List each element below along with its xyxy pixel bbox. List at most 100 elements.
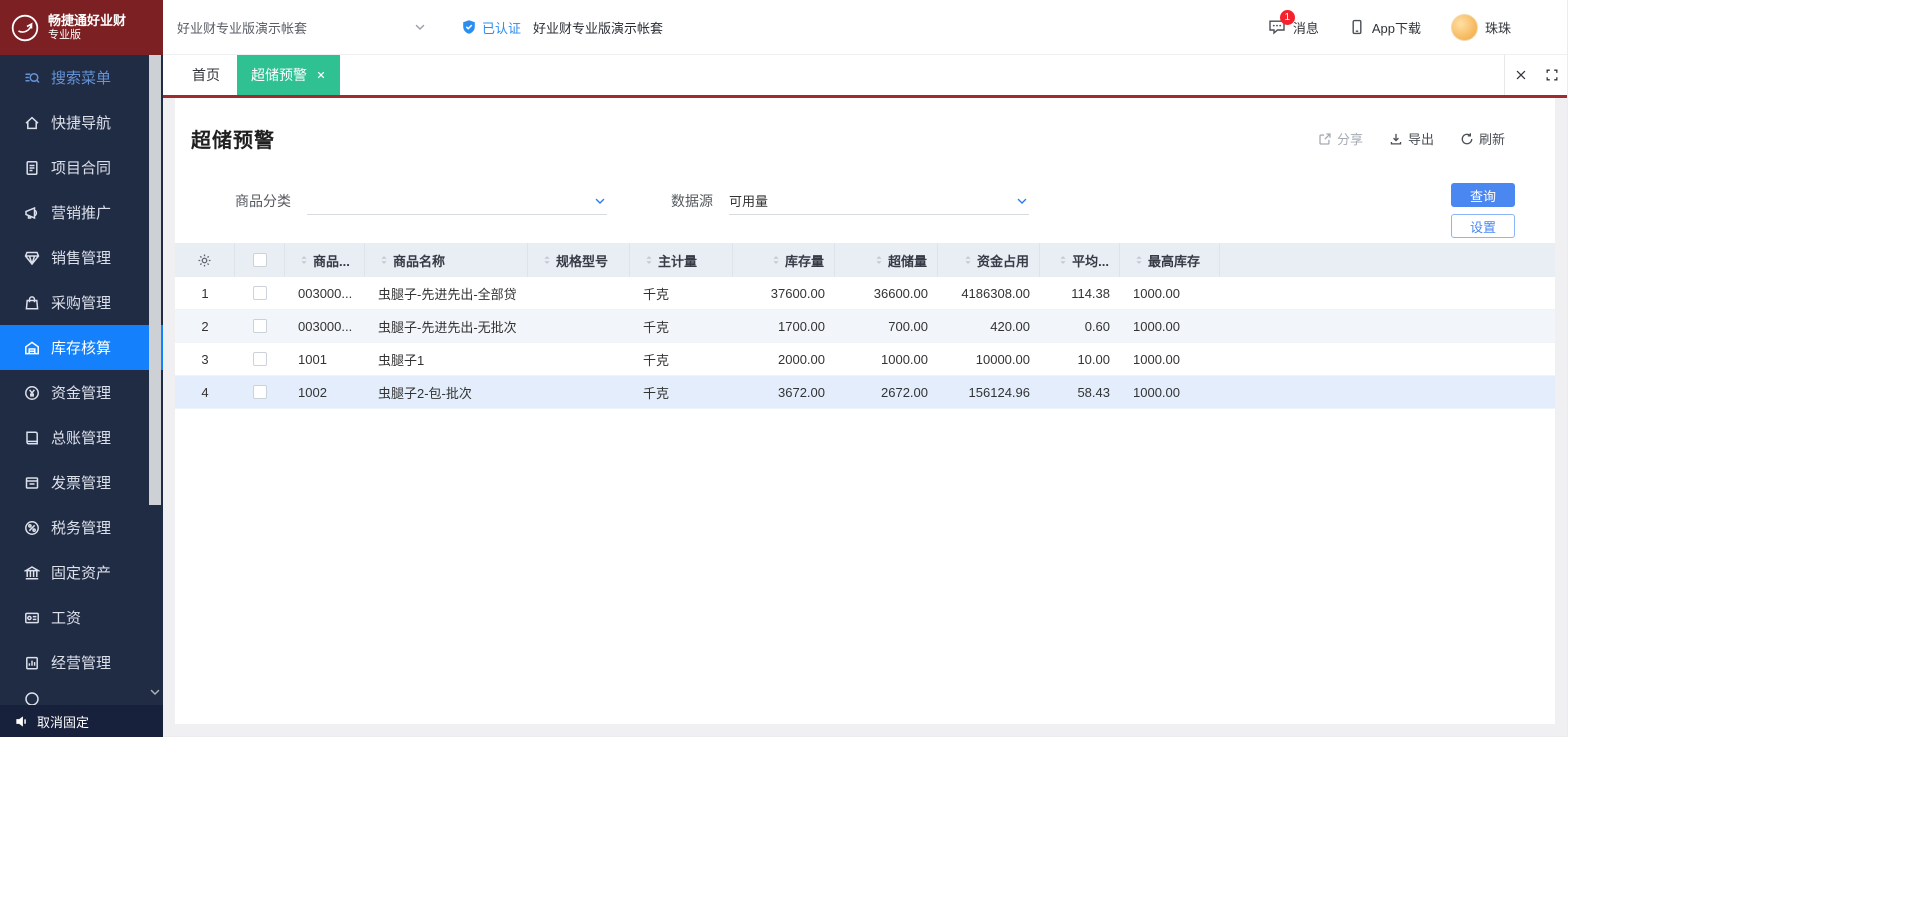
filter-category: 商品分类 bbox=[235, 187, 607, 215]
gear-icon bbox=[197, 253, 212, 268]
user-menu[interactable]: 珠珠 bbox=[1450, 13, 1511, 41]
fullscreen-icon bbox=[1545, 68, 1559, 82]
tab-overstock-warning[interactable]: 超储预警 bbox=[237, 55, 340, 95]
checkbox-box bbox=[253, 385, 267, 399]
sidebar-item-funds[interactable]: 资金管理 bbox=[0, 370, 163, 415]
chevron-down-icon bbox=[413, 20, 427, 34]
table-settings-button[interactable] bbox=[175, 243, 235, 277]
sidebar-item-sales[interactable]: 销售管理 bbox=[0, 235, 163, 280]
sort-arrows-icon[interactable] bbox=[962, 254, 974, 266]
sidebar-item-salary[interactable]: 工资 bbox=[0, 595, 163, 640]
sidebar-item-inventory[interactable]: 库存核算 bbox=[0, 325, 163, 370]
app-download-label: App下载 bbox=[1371, 20, 1421, 36]
sidebar-item-contract[interactable]: 项目合同 bbox=[0, 145, 163, 190]
account-set-dropdown-value: 好业财专业版演示帐套 bbox=[177, 20, 308, 36]
sidebar-item-search[interactable]: 搜索菜单 bbox=[0, 55, 163, 100]
sidebar-item-label: 营销推广 bbox=[51, 205, 112, 222]
cell-code: 003000... bbox=[298, 318, 353, 334]
funds-icon bbox=[24, 385, 40, 401]
settings-button[interactable]: 设置 bbox=[1451, 214, 1515, 238]
ledger-icon bbox=[24, 430, 40, 446]
sort-arrows-icon[interactable] bbox=[873, 254, 885, 266]
select-all-checkbox[interactable] bbox=[235, 243, 285, 277]
refresh-icon bbox=[1460, 132, 1474, 146]
sidebar-item-home[interactable]: 快捷导航 bbox=[0, 100, 163, 145]
account-set-name: 好业财专业版演示帐套 bbox=[533, 20, 664, 36]
category-select[interactable] bbox=[307, 187, 607, 215]
sort-arrows-icon[interactable] bbox=[770, 254, 782, 266]
export-button[interactable]: 导出 bbox=[1389, 129, 1434, 148]
query-button[interactable]: 查询 bbox=[1451, 183, 1515, 207]
share-button[interactable]: 分享 bbox=[1318, 129, 1363, 148]
account-set-dropdown[interactable]: 好业财专业版演示帐套 bbox=[177, 18, 427, 37]
table-row[interactable]: 2 003000... 虫腿子-先进先出-无批次 千克 1700.00 700.00 420… bbox=[175, 310, 1555, 343]
column-label: 主计量 bbox=[658, 253, 698, 269]
column-header-stock[interactable]: 库存量 bbox=[733, 243, 835, 277]
cell-avg: 10.00 bbox=[1077, 351, 1110, 367]
sidebar-item-purchase[interactable]: 采购管理 bbox=[0, 280, 163, 325]
cell-avg: 114.38 bbox=[1071, 285, 1110, 301]
cell-spec bbox=[528, 376, 630, 408]
row-checkbox[interactable] bbox=[235, 343, 285, 375]
sidebar-item-circle[interactable] bbox=[0, 685, 163, 705]
column-header-code[interactable]: 商品... bbox=[285, 243, 365, 277]
row-checkbox[interactable] bbox=[235, 376, 285, 408]
chevron-down-icon bbox=[1015, 194, 1029, 208]
salary-icon bbox=[24, 610, 40, 626]
sidebar-item-invoice[interactable]: 发票管理 bbox=[0, 460, 163, 505]
cell-code: 003000... bbox=[298, 285, 353, 301]
phone-icon bbox=[1349, 19, 1365, 35]
column-header-max[interactable]: 最高库存 bbox=[1120, 243, 1220, 277]
sidebar-item-tax[interactable]: 税务管理 bbox=[0, 505, 163, 550]
scrollbar-thumb[interactable] bbox=[149, 55, 161, 505]
messages-button[interactable]: 1 消息 bbox=[1268, 10, 1319, 37]
sidebar-item-asset[interactable]: 固定资产 bbox=[0, 550, 163, 595]
sidebar-scrollbar[interactable] bbox=[149, 55, 161, 701]
sidebar-item-ledger[interactable]: 总账管理 bbox=[0, 415, 163, 460]
sort-arrows-icon[interactable] bbox=[541, 254, 553, 266]
share-icon bbox=[1318, 132, 1332, 146]
datasource-filter-label: 数据源 bbox=[671, 193, 713, 209]
table-row[interactable]: 1 003000... 虫腿子-先进先出-全部贷 千克 37600.00 36600.00… bbox=[175, 277, 1555, 310]
column-header-excess[interactable]: 超储量 bbox=[835, 243, 938, 277]
table-row[interactable]: 3 1001 虫腿子1 千克 2000.00 1000.00 10000.00 10.00 10… bbox=[175, 343, 1555, 376]
refresh-button[interactable]: 刷新 bbox=[1460, 129, 1505, 148]
sidebar-item-label: 快捷导航 bbox=[51, 115, 112, 132]
brand-logo-icon bbox=[10, 13, 40, 43]
sidebar-item-label: 采购管理 bbox=[51, 295, 112, 312]
cell-capital: 10000.00 bbox=[975, 351, 1030, 367]
sidebar-item-promo[interactable]: 营销推广 bbox=[0, 190, 163, 235]
row-index: 1 bbox=[201, 285, 209, 301]
row-checkbox[interactable] bbox=[235, 310, 285, 342]
close-tabs-button[interactable] bbox=[1505, 55, 1536, 95]
sidebar-item-business[interactable]: 经营管理 bbox=[0, 640, 163, 685]
fullscreen-toggle-button[interactable] bbox=[1536, 55, 1567, 95]
unpin-button[interactable]: 取消固定 bbox=[0, 705, 163, 737]
sort-arrows-icon[interactable] bbox=[378, 254, 390, 266]
tab-home[interactable]: 首页 bbox=[175, 55, 237, 95]
export-label: 导出 bbox=[1407, 132, 1434, 147]
column-header-spec[interactable]: 规格型号 bbox=[528, 243, 630, 277]
messages-count-badge: 1 bbox=[1279, 10, 1295, 25]
sidebar-item-label: 库存核算 bbox=[51, 340, 112, 357]
sort-arrows-icon[interactable] bbox=[643, 254, 655, 266]
sort-arrows-icon[interactable] bbox=[1133, 254, 1145, 266]
verified-label: 已认证 bbox=[482, 20, 522, 36]
sidebar-item-label: 固定资产 bbox=[51, 565, 112, 582]
app-download-button[interactable]: App下载 bbox=[1349, 18, 1421, 37]
close-tab-icon[interactable] bbox=[316, 70, 326, 80]
speaker-pin-icon bbox=[14, 714, 29, 729]
column-label: 库存量 bbox=[784, 253, 824, 269]
row-checkbox[interactable] bbox=[235, 277, 285, 309]
column-header-avg[interactable]: 平均... bbox=[1040, 243, 1120, 277]
sidebar-scroll-down-icon[interactable] bbox=[148, 685, 162, 699]
datasource-select[interactable]: 可用量 bbox=[729, 187, 1029, 215]
table-row[interactable]: 4 1002 虫腿子2-包-批次 千克 3672.00 2672.00 156124.96 5… bbox=[175, 376, 1555, 409]
column-header-name[interactable]: 商品名称 bbox=[365, 243, 528, 277]
cell-spec bbox=[528, 277, 630, 309]
sort-arrows-icon[interactable] bbox=[1057, 254, 1069, 266]
checkbox-box bbox=[252, 253, 267, 267]
column-header-unit[interactable]: 主计量 bbox=[630, 243, 733, 277]
column-header-capital[interactable]: 资金占用 bbox=[938, 243, 1040, 277]
sort-arrows-icon[interactable] bbox=[298, 254, 310, 266]
